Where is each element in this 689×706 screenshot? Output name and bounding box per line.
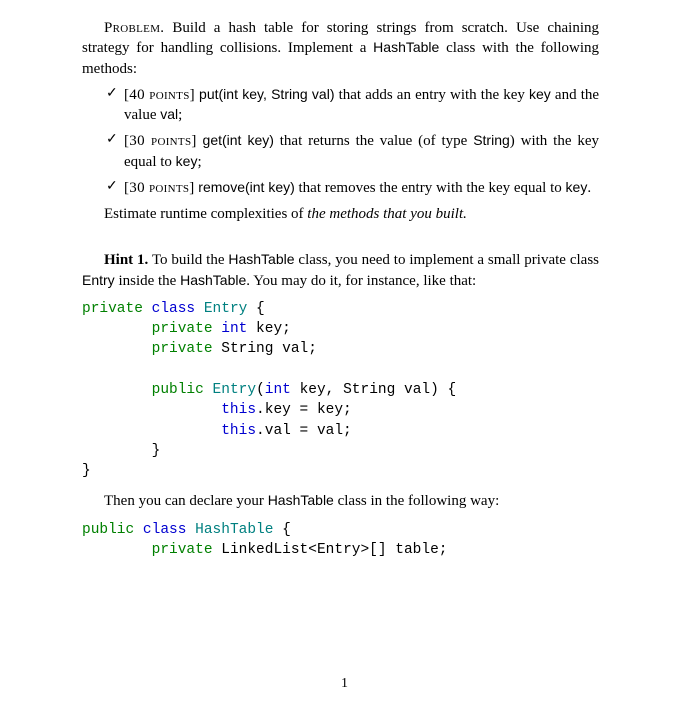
hint-label: Hint 1. xyxy=(104,252,148,268)
class-name: HashTable xyxy=(180,272,246,288)
kw-class: class xyxy=(152,301,196,317)
hint-section: Hint 1. To build the HashTable class, yo… xyxy=(82,250,599,560)
class-name: HashTable xyxy=(373,39,439,55)
item-desc: . xyxy=(587,180,591,196)
kw-this: this xyxy=(221,423,256,439)
hint-text: . You may do it, for instance, like that… xyxy=(246,273,476,289)
method-signature: put(int key, String val) xyxy=(199,86,334,102)
id-entry: Entry xyxy=(204,301,248,317)
hint-paragraph: Hint 1. To build the HashTable class, yo… xyxy=(82,250,599,291)
code-block-hashtable: public class HashTable { private LinkedL… xyxy=(82,520,599,561)
code-text: ( xyxy=(256,382,265,398)
code-text: .key = key; xyxy=(256,402,352,418)
points-label: [30 points] xyxy=(124,133,197,149)
kw-public: public xyxy=(82,522,134,538)
arg-name: val xyxy=(160,106,178,122)
problem-section: Problem. Build a hash table for storing … xyxy=(82,18,599,224)
class-name: Entry xyxy=(82,272,115,288)
code-text: LinkedList<Entry>[] table; xyxy=(213,542,448,558)
problem-intro: Problem. Build a hash table for storing … xyxy=(82,18,599,79)
item-desc: ; xyxy=(197,154,201,170)
outro-text: Estimate runtime complexities of xyxy=(104,206,307,222)
method-signature: remove(int key) xyxy=(198,179,294,195)
code-text: } xyxy=(82,463,91,479)
kw-public: public xyxy=(152,382,204,398)
hint-text: To build the xyxy=(152,252,228,268)
list-item: ✓ [40 points] put(int key, String val) t… xyxy=(106,85,599,126)
between-text: class in the following way: xyxy=(334,493,499,509)
check-icon: ✓ xyxy=(106,131,118,150)
arg-name: key xyxy=(529,86,551,102)
problem-label: Problem. xyxy=(104,20,164,36)
kw-private: private xyxy=(152,321,213,337)
code-text: key, String val) { xyxy=(291,382,456,398)
class-name: HashTable xyxy=(228,251,294,267)
between-paragraph: Then you can declare your HashTable clas… xyxy=(82,491,599,511)
code-text: key; xyxy=(247,321,291,337)
class-name: HashTable xyxy=(268,492,334,508)
code-block-entry: private class Entry { private int key; p… xyxy=(82,299,599,482)
kw-private: private xyxy=(152,542,213,558)
list-item: ✓ [30 points] get(int key) that returns … xyxy=(106,131,599,172)
kw-private: private xyxy=(152,341,213,357)
arg-name: key xyxy=(176,153,198,169)
check-icon: ✓ xyxy=(106,85,118,104)
kw-class: class xyxy=(143,522,187,538)
code-text: { xyxy=(273,522,290,538)
outro-italic: the methods that you built. xyxy=(307,206,467,222)
hint-text: class, you need to implement a small pri… xyxy=(295,252,599,268)
code-text: .val = val; xyxy=(256,423,352,439)
item-desc: ; xyxy=(178,107,182,123)
code-text: String val; xyxy=(213,341,317,357)
code-text: { xyxy=(247,301,264,317)
problem-outro: Estimate runtime complexities of the met… xyxy=(82,204,599,224)
between-text: Then you can declare your xyxy=(104,493,268,509)
arg-name: key xyxy=(566,179,588,195)
kw-int: int xyxy=(265,382,291,398)
code-text: } xyxy=(82,443,160,459)
page-number: 1 xyxy=(0,675,689,694)
hint-text: inside the xyxy=(115,273,180,289)
problem-item-list: ✓ [40 points] put(int key, String val) t… xyxy=(82,85,599,198)
kw-int: int xyxy=(221,321,247,337)
type-name: String xyxy=(473,132,510,148)
check-icon: ✓ xyxy=(106,178,118,197)
points-label: [40 points] xyxy=(124,87,195,103)
method-signature: get(int key) xyxy=(203,132,274,148)
item-desc: that returns the value (of type xyxy=(274,133,473,149)
points-label: [30 points] xyxy=(124,180,195,196)
document-page: Problem. Build a hash table for storing … xyxy=(0,0,689,706)
kw-private: private xyxy=(82,301,143,317)
item-desc: that adds an entry with the key xyxy=(334,87,529,103)
id-hashtable: HashTable xyxy=(195,522,273,538)
list-item: ✓ [30 points] remove(int key) that remov… xyxy=(106,178,599,198)
kw-this: this xyxy=(221,402,256,418)
id-entry: Entry xyxy=(213,382,257,398)
item-desc: that removes the entry with the key equa… xyxy=(295,180,566,196)
